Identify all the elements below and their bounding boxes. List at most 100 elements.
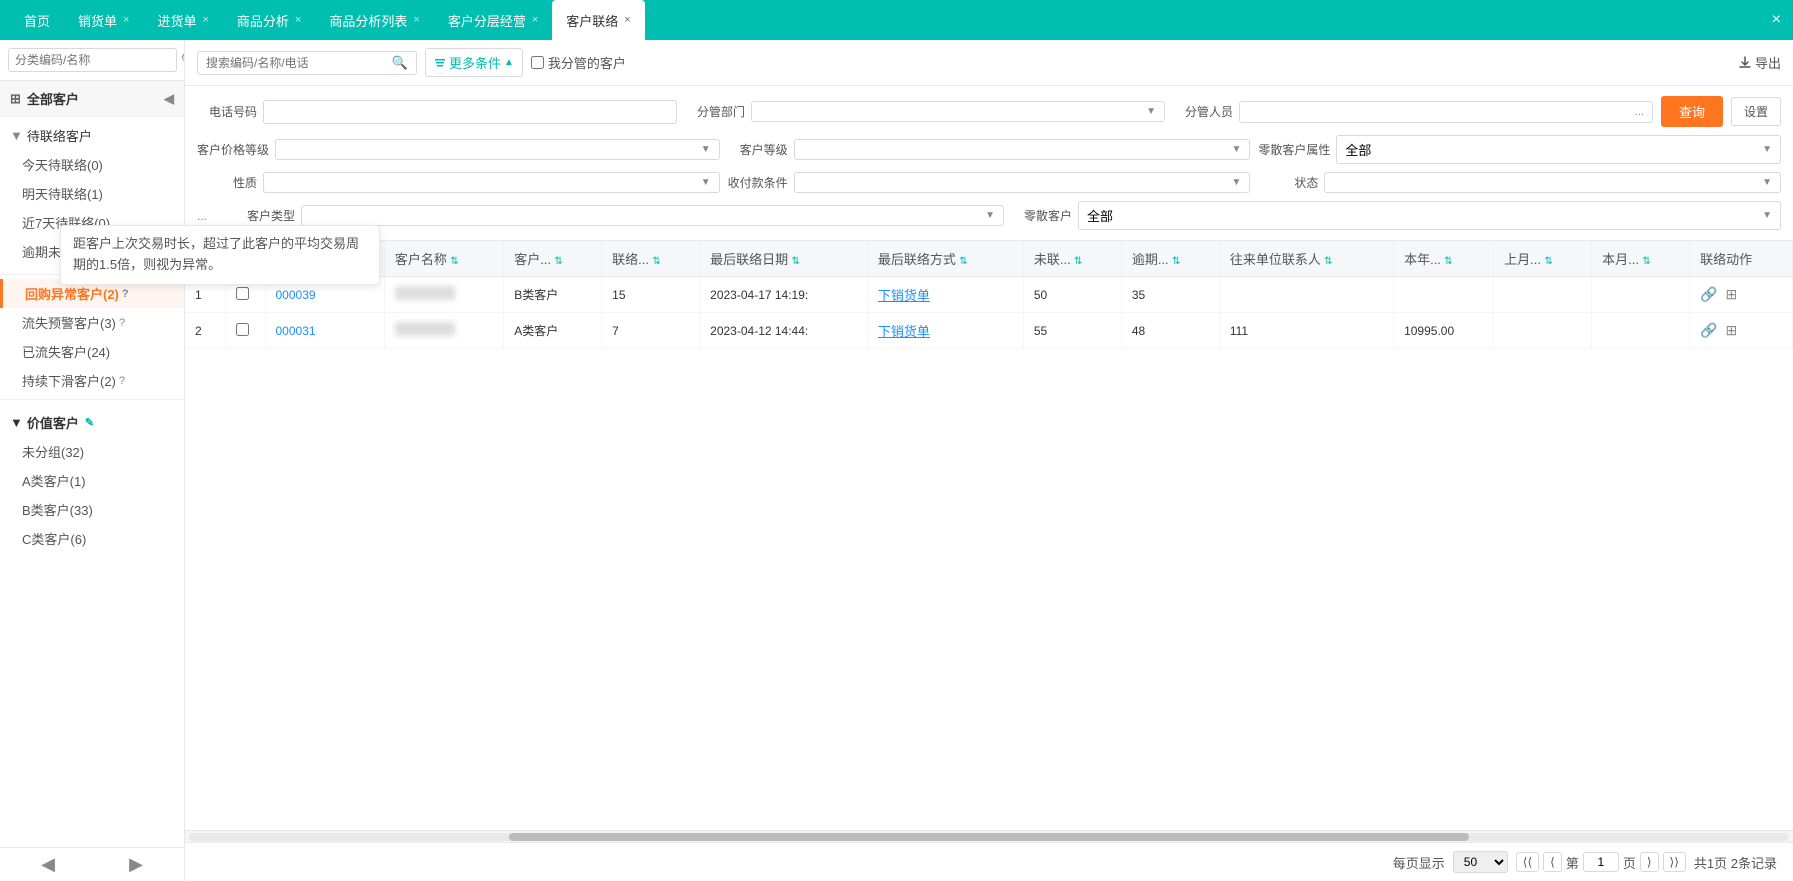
tab-purchase-order[interactable]: 进货单 × — [143, 0, 222, 40]
page-prev-btn[interactable]: ⟨ — [1543, 852, 1562, 872]
close-tab-purchase[interactable]: × — [202, 14, 208, 26]
gender-select[interactable]: ▼ — [263, 172, 720, 193]
th-this-year: 本年... ⇅ — [1394, 241, 1494, 277]
price-level-select[interactable]: ▼ — [275, 139, 720, 160]
action-grid-icon-1[interactable]: ⊞ — [1726, 286, 1738, 303]
close-tab-product[interactable]: × — [295, 14, 301, 26]
tab-product-analysis[interactable]: 商品分析 × — [223, 0, 315, 40]
cell-type-2: A类客户 — [504, 313, 602, 349]
filter-icon — [434, 57, 446, 69]
sidebar-item-today[interactable]: 今天待联络(0) — [0, 150, 184, 179]
close-tab-sales[interactable]: × — [123, 14, 129, 26]
my-customers-checkbox[interactable] — [531, 56, 544, 69]
all-customers-title: ⊞ 全部客户 ◀ — [0, 81, 184, 117]
phone-input[interactable] — [263, 100, 677, 124]
more-dots[interactable]: ... — [197, 209, 207, 223]
query-button[interactable]: 查询 — [1661, 96, 1723, 127]
row-checkbox-1[interactable] — [236, 287, 249, 300]
close-tab-customer-contact[interactable]: × — [624, 14, 630, 26]
status-select[interactable]: ▼ — [1324, 172, 1781, 193]
search-input[interactable] — [206, 56, 392, 70]
filter-bar: 🔍 更多条件 ▲ 我分管的客户 导出 — [185, 40, 1793, 86]
arrow-down-icon-2: ▼ — [10, 415, 23, 430]
action-link-icon-2[interactable]: 🔗 — [1700, 322, 1717, 339]
th-uncontact: 未联... ⇅ — [1023, 241, 1121, 277]
per-page-select[interactable]: 50 20 100 — [1453, 851, 1508, 873]
setting-button[interactable]: 设置 — [1731, 97, 1781, 126]
cust-type-select[interactable]: ▼ — [301, 205, 1004, 226]
sidebar-item-c-class[interactable]: C类客户(6) — [0, 524, 184, 553]
customer-table: 客户编码 ⇅ 客户名称 ⇅ 客户... ⇅ 联络... — [185, 241, 1793, 349]
sidebar-footer: ◀ ▶ — [0, 847, 184, 881]
page-first-btn[interactable]: ⟨⟨ — [1516, 852, 1539, 872]
sort-last-method-icon[interactable]: ⇅ — [959, 256, 967, 267]
action-grid-icon-2[interactable]: ⊞ — [1726, 322, 1738, 339]
value-customers-title[interactable]: ▼ 价值客户 ✎ — [0, 408, 184, 437]
filter-item-gender: 性质 ▼ — [197, 172, 720, 193]
manager-select[interactable]: ... — [1239, 101, 1653, 123]
export-btn[interactable]: 导出 — [1738, 53, 1781, 72]
my-customers-check[interactable]: 我分管的客户 — [531, 53, 626, 72]
tab-sales-order[interactable]: 销货单 × — [64, 0, 143, 40]
sidebar-search-input[interactable] — [8, 48, 177, 72]
h-scroll-thumb[interactable] — [509, 833, 1469, 841]
sidebar-item-ungrouped[interactable]: 未分组(32) — [0, 437, 184, 466]
sidebar-right-btn[interactable]: ▶ — [92, 854, 180, 875]
tab-product-analysis-list[interactable]: 商品分析列表 × — [315, 0, 433, 40]
close-tab-product-list[interactable]: × — [413, 14, 419, 26]
sidebar-item-lost-preview[interactable]: 流失预警客户(3) ? — [0, 308, 184, 337]
dept-chevron-icon: ▼ — [1146, 106, 1156, 117]
sidebar-item-declining[interactable]: 持续下滑客户(2) ? — [0, 366, 184, 395]
sort-uncontact-icon[interactable]: ⇅ — [1074, 256, 1082, 267]
cust-level-chevron: ▼ — [1231, 144, 1241, 155]
sort-this-year-icon[interactable]: ⇅ — [1444, 256, 1452, 267]
value-edit-icon[interactable]: ✎ — [85, 416, 94, 429]
last-method-link-1[interactable]: 下销货单 — [878, 288, 930, 303]
last-method-link-2[interactable]: 下销货单 — [878, 324, 930, 339]
table-header-row: 客户编码 ⇅ 客户名称 ⇅ 客户... ⇅ 联络... — [185, 241, 1793, 277]
cell-type-1: B类客户 — [504, 277, 602, 313]
row-checkbox-2[interactable] — [236, 323, 249, 336]
page-last-btn[interactable]: ⟩⟩ — [1663, 852, 1686, 872]
tab-customer-contact[interactable]: 客户联络 × — [552, 0, 644, 40]
dept-select[interactable]: ▼ — [751, 101, 1165, 122]
sort-last-month-icon[interactable]: ⇅ — [1544, 256, 1552, 267]
tab-customer-tier[interactable]: 客户分层经营 × — [434, 0, 552, 40]
action-link-icon-1[interactable]: 🔗 — [1700, 286, 1717, 303]
sort-this-month-icon[interactable]: ⇅ — [1642, 256, 1650, 267]
page-input[interactable] — [1583, 852, 1619, 872]
sidebar-item-already-lost[interactable]: 已流失客户(24) — [0, 337, 184, 366]
tab-home[interactable]: 首页 — [10, 0, 64, 40]
sort-name-icon[interactable]: ⇅ — [450, 256, 458, 267]
h-scrollbar[interactable] — [185, 830, 1793, 842]
cell-overdue-2: 48 — [1121, 313, 1219, 349]
more-conditions-btn[interactable]: 更多条件 ▲ — [425, 48, 523, 77]
pending-contact-group-title[interactable]: ▼ 待联络客户 — [0, 121, 184, 150]
sidebar-item-a-class[interactable]: A类客户(1) — [0, 466, 184, 495]
sort-type-icon[interactable]: ⇅ — [554, 256, 562, 267]
filter-item-status: 状态 ▼ — [1258, 172, 1781, 193]
sidebar-item-b-class[interactable]: B类客户(33) — [0, 495, 184, 524]
close-tab-customer-tier[interactable]: × — [532, 14, 538, 26]
retail-cust-select[interactable]: 全部 ▼ — [1078, 201, 1781, 230]
sort-last-date-icon[interactable]: ⇅ — [792, 256, 800, 267]
sidebar-left-btn[interactable]: ◀ — [4, 854, 92, 875]
filter-row-4: ... 客户类型 ▼ 零散客户 全部 ▼ — [197, 201, 1781, 230]
cust-level-select[interactable]: ▼ — [794, 139, 1251, 160]
sidebar-item-tomorrow[interactable]: 明天待联络(1) — [0, 179, 184, 208]
sort-contact-icon[interactable]: ⇅ — [652, 256, 660, 267]
retail-attr-select[interactable]: 全部 ▼ — [1336, 135, 1781, 164]
payment-select[interactable]: ▼ — [794, 172, 1251, 193]
search-icon[interactable]: 🔍 — [392, 55, 408, 71]
close-window-btn[interactable]: × — [1772, 11, 1781, 29]
sort-contact-person-icon[interactable]: ⇅ — [1324, 256, 1332, 267]
cell-this-year-1 — [1394, 277, 1494, 313]
collapse-sidebar-btn[interactable]: ◀ — [164, 91, 174, 107]
total-records: 共1页 2条记录 — [1694, 853, 1777, 872]
sort-overdue-icon[interactable]: ⇅ — [1172, 256, 1180, 267]
cell-code-2[interactable]: 000031 — [265, 313, 384, 349]
page-next-btn[interactable]: ⟩ — [1640, 852, 1659, 872]
th-last-contact-method: 最后联络方式 ⇅ — [867, 241, 1023, 277]
cell-contact-2: 7 — [602, 313, 700, 349]
cell-name-2 — [384, 313, 503, 349]
